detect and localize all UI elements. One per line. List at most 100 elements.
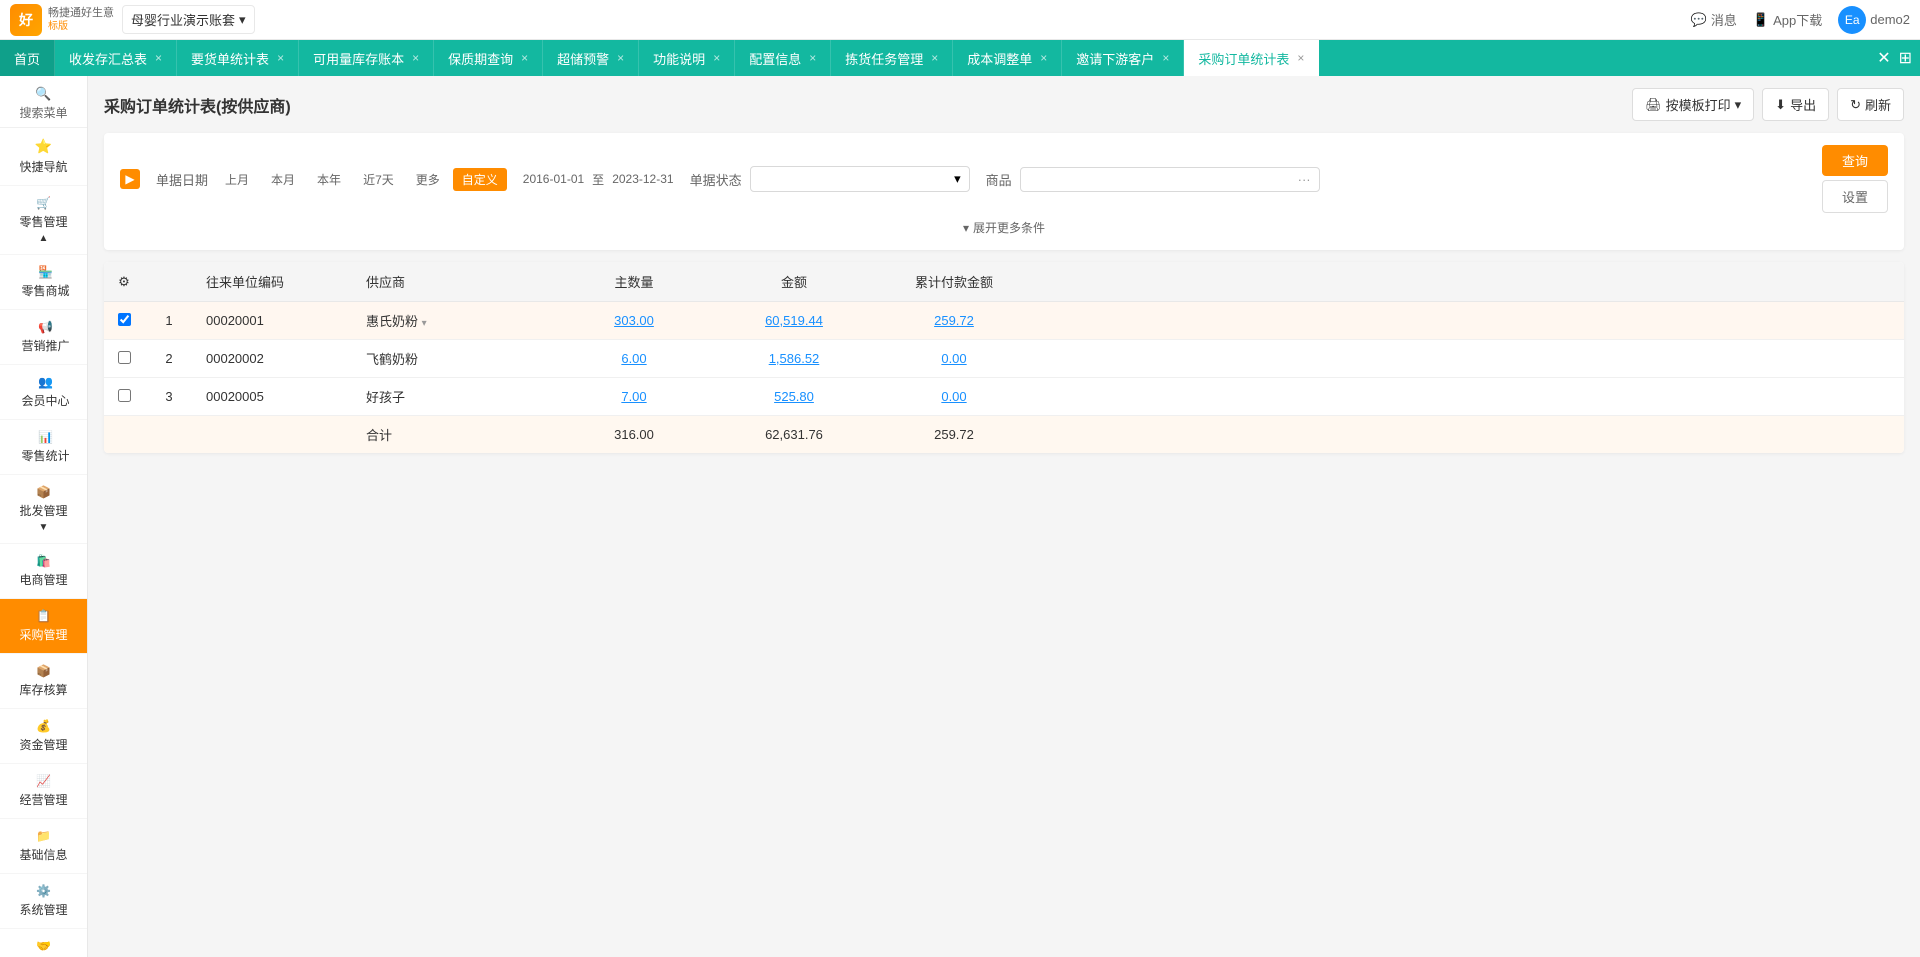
close-icon[interactable]: × xyxy=(617,51,624,65)
status-select[interactable]: ▾ xyxy=(750,166,970,192)
date-shortcut-7days[interactable]: 近7天 xyxy=(354,168,403,191)
date-from[interactable]: 2016-01-01 xyxy=(523,172,584,186)
tab-baozhi[interactable]: 保质期查询 × xyxy=(434,40,543,76)
row-amount[interactable]: 60,519.44 xyxy=(714,302,874,340)
tab-label: 采购订单统计表 xyxy=(1198,49,1289,68)
goods-input[interactable]: ··· xyxy=(1020,167,1320,192)
col-header-paid: 累计付款金额 xyxy=(874,262,1034,302)
date-shortcut-this-year[interactable]: 本年 xyxy=(308,168,350,191)
close-icon[interactable]: × xyxy=(155,51,162,65)
col-header-settings[interactable]: ⚙ xyxy=(104,262,144,302)
workspace-selector[interactable]: 母婴行业演示账套 ▾ xyxy=(122,5,255,34)
user-profile[interactable]: Ea demo2 xyxy=(1838,6,1910,34)
sidebar-item-quick-nav[interactable]: ⭐ 快捷导航 xyxy=(0,128,87,186)
close-icon[interactable]: × xyxy=(713,51,720,65)
filter-actions: 查询 设置 xyxy=(1822,145,1888,213)
member-icon: 👥 xyxy=(38,375,53,389)
tab-label: 可用量库存账本 xyxy=(313,49,404,68)
sidebar-item-lingshougaunli[interactable]: 🛒 零售管理 ▲ xyxy=(0,186,87,255)
sidebar-item-lingshougaunli2[interactable]: 🏪 零售商城 xyxy=(0,255,87,310)
tab-home[interactable]: 首页 xyxy=(0,40,55,76)
filter-settings-button[interactable]: 设置 xyxy=(1822,180,1888,213)
more-icon: ··· xyxy=(1298,172,1311,187)
print-button[interactable]: 🖨 按模板打印 ▾ xyxy=(1632,88,1754,121)
sidebar-item-jichu[interactable]: 📁 基础信息 xyxy=(0,819,87,874)
chevron-down-icon: ▾ xyxy=(239,12,246,28)
table-row: 1 00020001 惠氏奶粉 ▾ 303.00 60,519.44 259.7… xyxy=(104,302,1904,340)
app-icon: 📱 xyxy=(1753,12,1769,28)
export-button[interactable]: ⬇ 导出 xyxy=(1762,88,1829,121)
date-shortcut-more[interactable]: 更多 xyxy=(407,168,449,191)
sidebar-item-jingying[interactable]: 📈 经营管理 xyxy=(0,764,87,819)
close-all-icon[interactable]: ✕ xyxy=(1877,48,1890,68)
checkbox-input[interactable] xyxy=(118,313,131,326)
row-checkbox[interactable] xyxy=(104,378,144,416)
date-to[interactable]: 2023-12-31 xyxy=(612,172,673,186)
expand-tabs-icon[interactable]: ⊞ xyxy=(1899,48,1912,68)
row-checkbox[interactable] xyxy=(104,302,144,340)
message-button[interactable]: 💬 消息 xyxy=(1691,10,1737,29)
chevron-down-icon: ▾ xyxy=(963,221,969,235)
tab-label: 首页 xyxy=(14,49,40,68)
checkbox-input[interactable] xyxy=(118,351,131,364)
row-qty[interactable]: 7.00 xyxy=(554,378,714,416)
tab-gongneng[interactable]: 功能说明 × xyxy=(639,40,735,76)
close-icon[interactable]: × xyxy=(1297,51,1304,65)
sidebar-item-xitong[interactable]: ⚙️ 系统管理 xyxy=(0,874,87,929)
tab-keyong[interactable]: 可用量库存账本 × xyxy=(299,40,434,76)
sidebar-search[interactable]: 🔍 搜索菜单 xyxy=(0,76,87,128)
row-amount[interactable]: 525.80 xyxy=(714,378,874,416)
sidebar-item-zijin[interactable]: 💰 资金管理 xyxy=(0,709,87,764)
tab-chaochuPreWarning[interactable]: 超储预警 × xyxy=(543,40,639,76)
expand-filter-button[interactable]: ▶ xyxy=(120,169,140,189)
row-paid[interactable]: 0.00 xyxy=(874,378,1034,416)
app-download-button[interactable]: 📱 App下载 xyxy=(1753,10,1822,29)
row-checkbox[interactable] xyxy=(104,340,144,378)
footer-checkbox xyxy=(104,416,144,454)
tab-paihuorenwu[interactable]: 拣货任务管理 × xyxy=(831,40,953,76)
tab-label: 要货单统计表 xyxy=(191,49,269,68)
row-paid[interactable]: 0.00 xyxy=(874,340,1034,378)
close-icon[interactable]: × xyxy=(931,51,938,65)
sidebar-item-qiye[interactable]: 🤝 企业协同 xyxy=(0,929,87,957)
tab-yaohuo[interactable]: 要货单统计表 × xyxy=(177,40,299,76)
expand-more-row[interactable]: ▾ 展开更多条件 xyxy=(120,213,1888,238)
row-qty[interactable]: 6.00 xyxy=(554,340,714,378)
row-index: 3 xyxy=(144,378,194,416)
close-icon[interactable]: × xyxy=(521,51,528,65)
row-paid[interactable]: 259.72 xyxy=(874,302,1034,340)
sidebar-item-yingxiao[interactable]: 📢 营销推广 xyxy=(0,310,87,365)
date-shortcut-this-month[interactable]: 本月 xyxy=(262,168,304,191)
tab-caigouTongji[interactable]: 采购订单统计表 × xyxy=(1184,40,1319,76)
sidebar-item-pifaguanli[interactable]: 📦 批发管理 ▼ xyxy=(0,475,87,544)
close-icon[interactable]: × xyxy=(412,51,419,65)
ecommerce-icon: 🛍️ xyxy=(36,554,51,568)
close-icon[interactable]: × xyxy=(1162,51,1169,65)
close-icon[interactable]: × xyxy=(277,51,284,65)
sidebar-item-caigou[interactable]: 📋 采购管理 xyxy=(0,599,87,654)
checkbox-input[interactable] xyxy=(118,389,131,402)
date-shortcut-last-month[interactable]: 上月 xyxy=(216,168,258,191)
date-shortcut-custom[interactable]: 自定义 xyxy=(453,168,507,191)
tab-peizhi[interactable]: 配置信息 × xyxy=(735,40,831,76)
sidebar-item-dianshang[interactable]: 🛍️ 电商管理 xyxy=(0,544,87,599)
row-amount[interactable]: 1,586.52 xyxy=(714,340,874,378)
query-button[interactable]: 查询 xyxy=(1822,145,1888,176)
sidebar-item-lingshoutongji[interactable]: 📊 零售统计 xyxy=(0,420,87,475)
close-icon[interactable]: × xyxy=(809,51,816,65)
row-qty[interactable]: 303.00 xyxy=(554,302,714,340)
content-area: 采购订单统计表(按供应商) 🖨 按模板打印 ▾ ⬇ 导出 ↻ 刷新 xyxy=(88,76,1920,957)
filter-status-group: 单据状态 ▾ xyxy=(690,166,970,192)
sidebar-item-kucun[interactable]: 📦 库存核算 xyxy=(0,654,87,709)
close-icon[interactable]: × xyxy=(1040,51,1047,65)
logo-area[interactable]: 好 畅捷通好生意 标版 xyxy=(10,4,114,36)
refresh-button[interactable]: ↻ 刷新 xyxy=(1837,88,1904,121)
row-index: 2 xyxy=(144,340,194,378)
sidebar-item-huiyuan[interactable]: 👥 会员中心 xyxy=(0,365,87,420)
goods-label: 商品 xyxy=(986,170,1012,189)
tab-chengbentiaozhen[interactable]: 成本调整单 × xyxy=(953,40,1062,76)
tab-label: 成本调整单 xyxy=(967,49,1032,68)
tab-yaoqingxiayou[interactable]: 邀请下游客户 × xyxy=(1062,40,1184,76)
tab-shoufahuiTotal[interactable]: 收发存汇总表 × xyxy=(55,40,177,76)
status-label: 单据状态 xyxy=(690,170,742,189)
